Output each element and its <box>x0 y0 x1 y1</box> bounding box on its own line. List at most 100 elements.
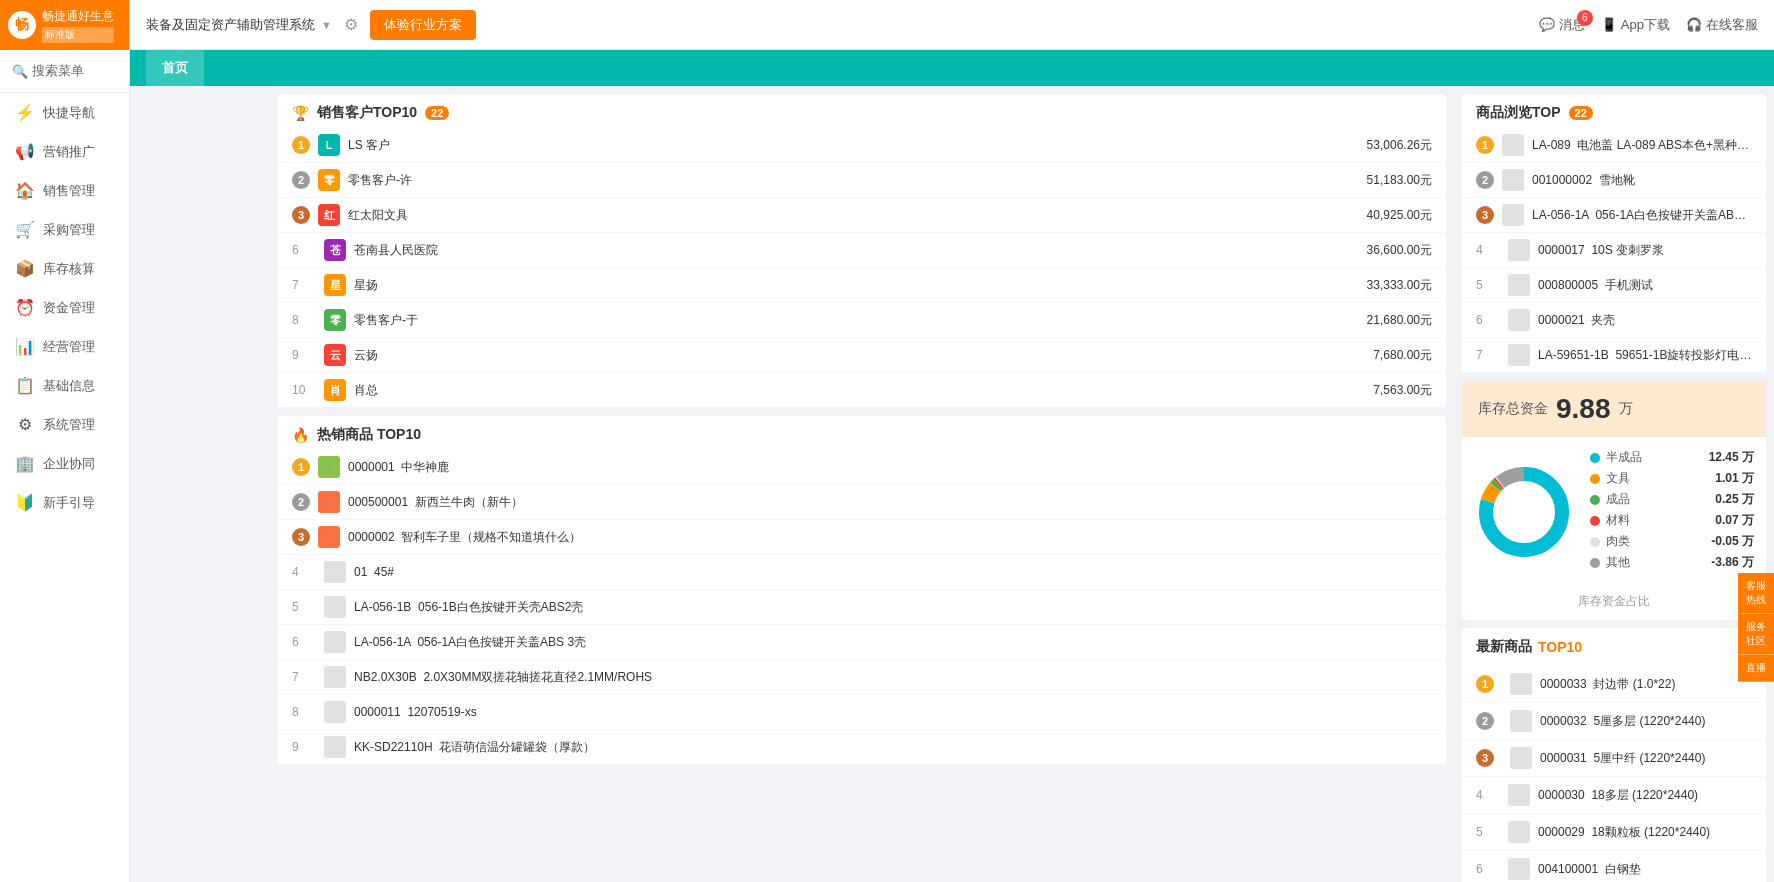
list-item: 5 LA-056-1B 056-1B白色按键开关壳ABS2壳 <box>278 590 1446 625</box>
list-item: 6 004100001 白钢垫 <box>1462 851 1766 882</box>
list-item: 5 0000029 18颗粒板 (1220*2440) <box>1462 814 1766 851</box>
tab-home[interactable]: 首页 <box>146 50 204 86</box>
product-img <box>1510 673 1532 695</box>
hotline-label: 客服热线 <box>1746 580 1766 605</box>
online-service-label: 在线客服 <box>1706 16 1758 34</box>
sidebar-item-label: 新手引导 <box>43 494 95 512</box>
sidebar-item-label: 快捷导航 <box>43 104 95 122</box>
sidebar-item-marketing[interactable]: 📢 营销推广 <box>0 132 129 171</box>
sidebar-item-inventory[interactable]: 📦 库存核算 <box>0 249 129 288</box>
sidebar-item-label: 销售管理 <box>43 182 95 200</box>
sidebar-item-system[interactable]: ⚙ 系统管理 <box>0 405 129 444</box>
product-name: LA-59651-1B 59651-1B旋转投影灯电池盒ABS黑色+58壳 <box>1538 347 1752 364</box>
inventory-header: 库存总资金 9.88 万 <box>1462 381 1766 437</box>
legend-label: 肉类 <box>1606 533 1705 550</box>
legend-value: -0.05 万 <box>1711 533 1754 550</box>
hot-products-title: 热销商品 TOP10 <box>317 426 421 444</box>
guide-icon: 🔰 <box>15 493 35 512</box>
sidebar-item-basic[interactable]: 📋 基础信息 <box>0 366 129 405</box>
product-name: 01 45# <box>354 565 1432 579</box>
sidebar-search[interactable]: 🔍 搜索菜单 <box>0 50 129 93</box>
sidebar-item-sales[interactable]: 🏠 销售管理 <box>0 171 129 210</box>
list-item: 5 000800005 手机测试 <box>1462 268 1766 303</box>
search-icon: 🔍 <box>12 64 28 79</box>
rank-number: 5 <box>1476 825 1500 839</box>
sidebar-item-purchase[interactable]: 🛒 采购管理 <box>0 210 129 249</box>
list-item: 4 0000030 18多层 (1220*2440) <box>1462 777 1766 814</box>
product-img: ▪ <box>318 491 340 513</box>
product-name: NB2.0X30B 2.0X30MM双搓花轴搓花直径2.1MM/ROHS <box>354 669 1432 686</box>
sidebar-nav: ⚡ 快捷导航 📢 营销推广 🏠 销售管理 🛒 采购管理 📦 库存核算 ⏰ 资金管… <box>0 93 129 882</box>
legend-item: 其他 -3.86 万 <box>1590 554 1754 571</box>
rank-badge: 2 <box>1476 171 1494 189</box>
legend-value: 0.25 万 <box>1715 491 1754 508</box>
avatar: L <box>318 134 340 156</box>
search-menu-label: 搜索菜单 <box>32 62 84 80</box>
sidebar-item-quick-nav[interactable]: ⚡ 快捷导航 <box>0 93 129 132</box>
list-item: 2 001000002 雪地靴 <box>1462 163 1766 198</box>
chart-legend: 半成品 12.45 万 文具 1.01 万 成品 0.25 万 <box>1590 449 1754 575</box>
float-btn-live[interactable]: 直播 <box>1738 655 1774 682</box>
middle-col: 🏆 销售客户TOP10 22 1 L LS 客户 53,006.26元 2 零 … <box>270 86 1454 882</box>
message-badge: 6 <box>1577 10 1593 26</box>
product-name: 0000002 智利车子里（规格不知道填什么） <box>348 529 1432 546</box>
sidebar-item-company[interactable]: 🏢 企业协同 <box>0 444 129 483</box>
main-area: 装备及固定资产辅助管理系统 ▼ ⚙ 体验行业方案 💬 消息 6 📱 App下载 … <box>130 0 1774 882</box>
donut-chart <box>1474 462 1574 562</box>
list-item: 8 0000011 12070519-xs <box>278 695 1446 730</box>
rank-number: 9 <box>292 740 316 754</box>
customer-name: 零售客户-许 <box>348 172 1367 189</box>
app-download-button[interactable]: 📱 App下载 <box>1601 16 1670 34</box>
product-name: LA-056-1B 056-1B白色按键开关壳ABS2壳 <box>354 599 1432 616</box>
rank-number: 5 <box>292 600 316 614</box>
product-name: KK-SD22110H 花语萌信温分罐罐袋（厚款） <box>354 739 1432 756</box>
product-name: 001000002 雪地靴 <box>1532 172 1752 189</box>
sidebar-item-label: 经营管理 <box>43 338 95 356</box>
legend-label: 其他 <box>1606 554 1705 571</box>
legend-label: 半成品 <box>1606 449 1703 466</box>
rank-number: 8 <box>292 313 316 327</box>
tab-home-label: 首页 <box>162 59 188 77</box>
sidebar-item-finance[interactable]: ⏰ 资金管理 <box>0 288 129 327</box>
live-label: 直播 <box>1746 662 1766 673</box>
product-browse-header: 商品浏览TOP 22 <box>1462 94 1766 128</box>
float-btn-hotline[interactable]: 客服热线 <box>1738 573 1774 614</box>
rank-badge: 1 <box>1476 136 1494 154</box>
sidebar-item-label: 库存核算 <box>43 260 95 278</box>
legend-value: 12.45 万 <box>1709 449 1754 466</box>
customer-top10-card: 🏆 销售客户TOP10 22 1 L LS 客户 53,006.26元 2 零 … <box>278 94 1446 408</box>
rank-number: 4 <box>1476 788 1500 802</box>
trial-button[interactable]: 体验行业方案 <box>370 10 476 40</box>
browse-badge: 22 <box>1569 106 1593 120</box>
browse-title: 商品浏览TOP <box>1476 104 1561 122</box>
list-item: 7 NB2.0X30B 2.0X30MM双搓花轴搓花直径2.1MM/ROHS <box>278 660 1446 695</box>
message-icon: 💬 <box>1539 17 1555 32</box>
product-img <box>324 631 346 653</box>
sidebar-item-operation[interactable]: 📊 经营管理 <box>0 327 129 366</box>
chevron-down-icon: ▼ <box>321 19 332 31</box>
inventory-total-label: 库存总资金 <box>1478 400 1548 418</box>
system-selector[interactable]: 装备及固定资产辅助管理系统 ▼ <box>146 16 332 34</box>
product-img <box>1502 169 1524 191</box>
product-img <box>1510 710 1532 732</box>
rank-number: 5 <box>1476 278 1500 292</box>
float-btn-community[interactable]: 服务社区 <box>1738 614 1774 655</box>
product-browse-card: 商品浏览TOP 22 1 LA-089 电池盖 LA-089 ABS本色+黑种 … <box>1462 94 1766 373</box>
legend-item: 文具 1.01 万 <box>1590 470 1754 487</box>
customer-amount: 36,600.00元 <box>1367 242 1432 259</box>
logo-icon: 畅 <box>8 11 36 39</box>
customer-name: 星扬 <box>354 277 1367 294</box>
legend-dot <box>1590 453 1600 463</box>
list-item: 3 0000031 5厘中纤 (1220*2440) <box>1462 740 1766 777</box>
sidebar-item-guide[interactable]: 🔰 新手引导 <box>0 483 129 522</box>
online-service-button[interactable]: 🎧 在线客服 <box>1686 16 1758 34</box>
inventory-card: 库存总资金 9.88 万 <box>1462 381 1766 620</box>
phone-icon: 📱 <box>1601 17 1617 32</box>
gear-icon[interactable]: ⚙ <box>344 15 358 34</box>
list-item: 6 LA-056-1A 056-1A白色按键开关盖ABS 3壳 <box>278 625 1446 660</box>
message-button[interactable]: 💬 消息 6 <box>1539 16 1585 34</box>
system-name: 装备及固定资产辅助管理系统 <box>146 16 315 34</box>
legend-item: 半成品 12.45 万 <box>1590 449 1754 466</box>
product-code: 0000001 中华神鹿 <box>348 459 1432 476</box>
search-menu-button[interactable]: 🔍 搜索菜单 <box>8 58 88 84</box>
